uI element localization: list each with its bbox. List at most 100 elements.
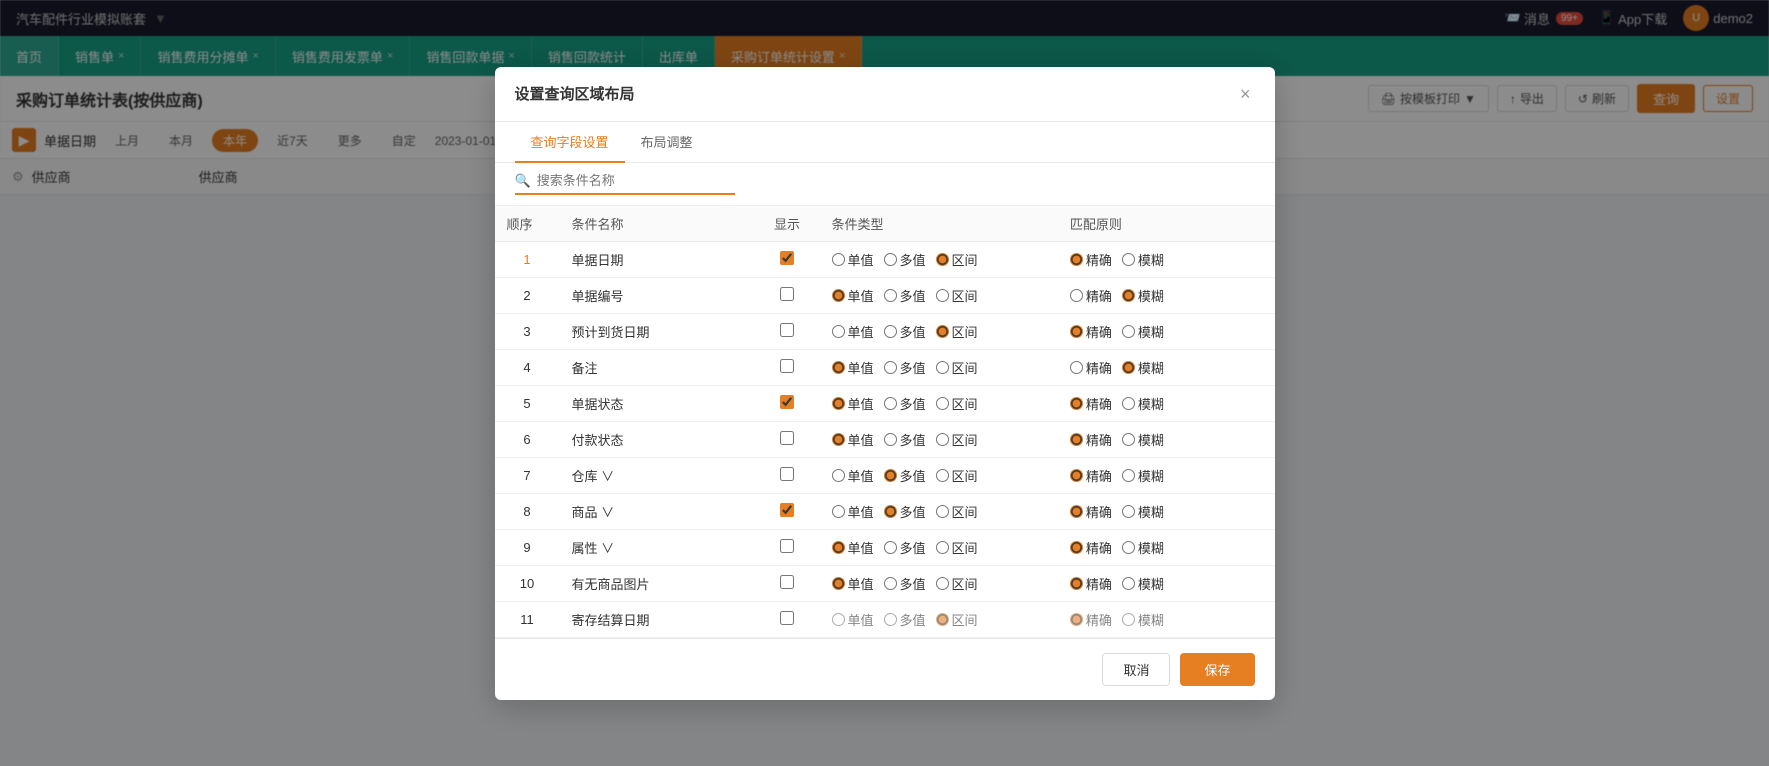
type-radio-区间[interactable]: [936, 433, 949, 446]
type-radio-单值[interactable]: [832, 541, 845, 554]
type-radio-多值[interactable]: [884, 361, 897, 374]
tab-query-fields[interactable]: 查询字段设置: [515, 122, 625, 163]
cell-seq: 11: [495, 601, 560, 637]
dialog-table: 顺序 条件名称 显示 条件类型 匹配原则: [495, 206, 1275, 638]
match-radio-精确[interactable]: [1070, 289, 1083, 302]
type-radio-单值[interactable]: [832, 253, 845, 266]
type-radio-多值[interactable]: [884, 613, 897, 626]
type-radio-多值[interactable]: [884, 433, 897, 446]
type-radio-单值[interactable]: [832, 325, 845, 338]
type-radio-区间[interactable]: [936, 613, 949, 626]
type-radio-单值[interactable]: [832, 433, 845, 446]
cell-name: 有无商品图片: [560, 565, 755, 601]
cell-type: 单值多值区间: [820, 385, 1058, 421]
match-radio-精确[interactable]: [1070, 541, 1083, 554]
th-type: 条件类型: [820, 206, 1058, 242]
table-row: 2单据编号单值多值区间精确模糊: [495, 277, 1275, 313]
type-radio-区间[interactable]: [936, 577, 949, 590]
type-radio-单值[interactable]: [832, 469, 845, 482]
tab-layout[interactable]: 布局调整: [625, 122, 709, 163]
show-checkbox[interactable]: [780, 467, 794, 481]
show-checkbox[interactable]: [780, 539, 794, 553]
match-radio-模糊[interactable]: [1122, 505, 1135, 518]
dialog-close-button[interactable]: ×: [1236, 83, 1255, 105]
type-radio-单值[interactable]: [832, 397, 845, 410]
match-radio-精确[interactable]: [1070, 325, 1083, 338]
show-checkbox[interactable]: [780, 611, 794, 625]
cell-name: 寄存结算日期: [560, 601, 755, 637]
match-radio-模糊[interactable]: [1122, 361, 1135, 374]
match-radio-精确[interactable]: [1070, 433, 1083, 446]
type-radio-区间[interactable]: [936, 469, 949, 482]
type-radio-多值[interactable]: [884, 469, 897, 482]
match-radio-模糊[interactable]: [1122, 433, 1135, 446]
show-checkbox[interactable]: [780, 287, 794, 301]
match-radio-精确[interactable]: [1070, 397, 1083, 410]
type-radio-多值[interactable]: [884, 325, 897, 338]
type-radio-区间[interactable]: [936, 397, 949, 410]
type-radio-多值[interactable]: [884, 289, 897, 302]
cell-seq: 7: [495, 457, 560, 493]
cell-type: 单值多值区间: [820, 241, 1058, 277]
match-radio-模糊[interactable]: [1122, 289, 1135, 302]
cell-match: 精确模糊: [1058, 277, 1275, 313]
cell-name: 单据编号: [560, 277, 755, 313]
show-checkbox[interactable]: [780, 323, 794, 337]
show-checkbox[interactable]: [780, 503, 794, 517]
match-radio-精确[interactable]: [1070, 505, 1083, 518]
show-checkbox[interactable]: [780, 395, 794, 409]
match-radio-精确[interactable]: [1070, 577, 1083, 590]
cell-seq: 2: [495, 277, 560, 313]
match-radio-模糊[interactable]: [1122, 325, 1135, 338]
th-match: 匹配原则: [1058, 206, 1275, 242]
match-radio-模糊[interactable]: [1122, 253, 1135, 266]
type-radio-多值[interactable]: [884, 505, 897, 518]
type-radio-多值[interactable]: [884, 397, 897, 410]
type-radio-区间[interactable]: [936, 325, 949, 338]
th-order: 顺序: [495, 206, 560, 242]
th-name: 条件名称: [560, 206, 755, 242]
cell-name: 预计到货日期: [560, 313, 755, 349]
match-radio-精确[interactable]: [1070, 613, 1083, 626]
show-checkbox[interactable]: [780, 575, 794, 589]
cell-type: 单值多值区间: [820, 493, 1058, 529]
type-radio-多值[interactable]: [884, 253, 897, 266]
search-input[interactable]: [537, 173, 717, 188]
table-row: 10有无商品图片单值多值区间精确模糊: [495, 565, 1275, 601]
cell-show: [755, 529, 820, 565]
type-radio-区间[interactable]: [936, 289, 949, 302]
show-checkbox[interactable]: [780, 359, 794, 373]
type-radio-区间[interactable]: [936, 361, 949, 374]
type-radio-区间[interactable]: [936, 253, 949, 266]
cell-show: [755, 601, 820, 637]
table-row: 11寄存结算日期单值多值区间精确模糊: [495, 601, 1275, 637]
th-show: 显示: [755, 206, 820, 242]
cell-seq: 10: [495, 565, 560, 601]
type-radio-单值[interactable]: [832, 361, 845, 374]
match-radio-精确[interactable]: [1070, 253, 1083, 266]
cell-seq: 9: [495, 529, 560, 565]
settings-dialog: 设置查询区域布局 × 查询字段设置 布局调整 🔍: [495, 67, 1275, 700]
match-radio-模糊[interactable]: [1122, 613, 1135, 626]
save-button[interactable]: 保存: [1180, 653, 1254, 686]
type-radio-区间[interactable]: [936, 541, 949, 554]
match-radio-精确[interactable]: [1070, 361, 1083, 374]
cancel-button[interactable]: 取消: [1102, 653, 1170, 686]
match-radio-模糊[interactable]: [1122, 397, 1135, 410]
type-radio-多值[interactable]: [884, 541, 897, 554]
match-radio-模糊[interactable]: [1122, 577, 1135, 590]
type-radio-单值[interactable]: [832, 289, 845, 302]
show-checkbox[interactable]: [780, 431, 794, 445]
match-radio-模糊[interactable]: [1122, 541, 1135, 554]
type-radio-单值[interactable]: [832, 505, 845, 518]
show-checkbox[interactable]: [780, 251, 794, 265]
type-radio-单值[interactable]: [832, 577, 845, 590]
type-radio-区间[interactable]: [936, 505, 949, 518]
cell-match: 精确模糊: [1058, 421, 1275, 457]
type-radio-多值[interactable]: [884, 577, 897, 590]
cell-match: 精确模糊: [1058, 601, 1275, 637]
match-radio-模糊[interactable]: [1122, 469, 1135, 482]
match-radio-精确[interactable]: [1070, 469, 1083, 482]
cell-name: 商品 ∨: [560, 493, 755, 529]
type-radio-单值[interactable]: [832, 613, 845, 626]
